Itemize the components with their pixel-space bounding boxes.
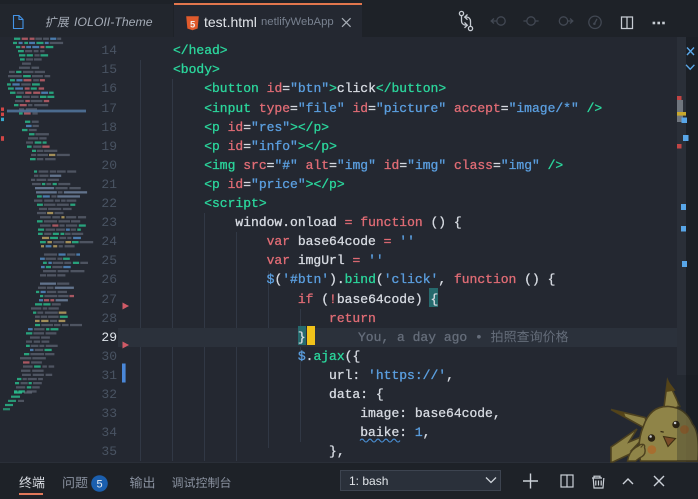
svg-text:5: 5 (190, 20, 196, 31)
svg-text:5: 5 (96, 479, 102, 491)
